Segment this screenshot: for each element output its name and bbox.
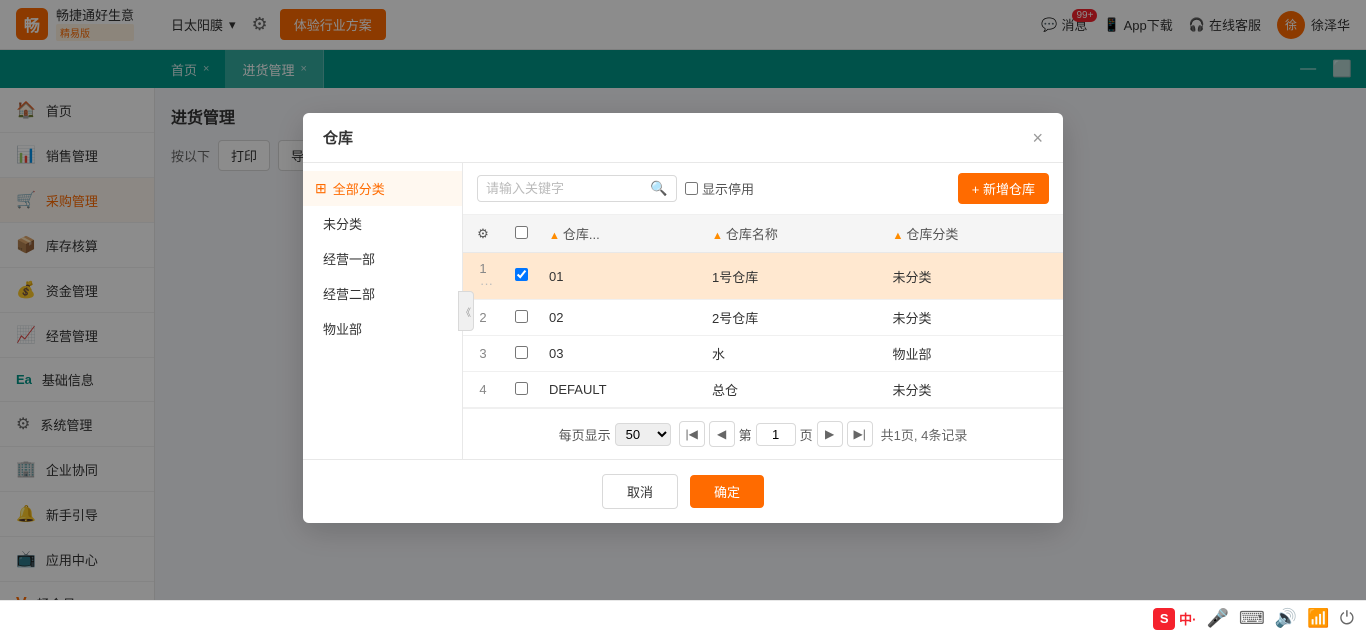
col-name-header: ▲仓库名称 <box>702 215 883 253</box>
page-summary: 共1页, 4条记录 <box>881 425 968 444</box>
category-item-ops2-label: 经营二部 <box>323 287 375 302</box>
table-row[interactable]: 4 DEFAULT 总仓 未分类 <box>463 372 1063 408</box>
category-item-ops1-label: 经营一部 <box>323 252 375 267</box>
table-row[interactable]: 3 03 水 物业部 <box>463 336 1063 372</box>
category-item-property[interactable]: 物业部 <box>303 311 462 346</box>
row-checkbox-cell <box>503 372 539 408</box>
show-disabled-label: 显示停用 <box>702 179 754 198</box>
bottom-bar: S 中· 🎤 ⌨ 🔊 📶 ⏻ <box>0 600 1366 636</box>
category-item-unclassified[interactable]: 未分类 <box>303 206 462 241</box>
bottom-logo-s: S <box>1153 608 1175 630</box>
row-name: 总仓 <box>702 372 883 408</box>
row-category: 未分类 <box>882 253 1063 300</box>
row-num: 3 <box>463 336 503 372</box>
power-icon[interactable]: ⏻ <box>1340 608 1354 629</box>
category-item-ops1[interactable]: 经营一部 <box>303 241 462 276</box>
confirm-btn[interactable]: 确定 <box>690 475 764 508</box>
per-page-label: 每页显示 <box>559 425 611 444</box>
row-checkbox[interactable] <box>515 382 528 395</box>
wifi-icon[interactable]: 📶 <box>1307 608 1329 629</box>
row-code: 01 <box>539 253 702 300</box>
row-name: 2号仓库 <box>702 300 883 336</box>
select-all-checkbox[interactable] <box>515 226 528 239</box>
modal-header: 仓库 × <box>303 113 1063 163</box>
per-page-dropdown[interactable]: 50 20 100 <box>615 423 671 446</box>
search-wrap: 🔍 <box>477 175 677 202</box>
page-unit: 页 <box>800 425 813 444</box>
page-word: 第 <box>739 425 752 444</box>
category-item-ops2[interactable]: 经营二部 <box>303 276 462 311</box>
page-size-select: 每页显示 50 20 100 <box>559 423 671 446</box>
all-category-item[interactable]: ⊞ 全部分类 <box>303 171 462 206</box>
table-row[interactable]: 2 02 2号仓库 未分类 <box>463 300 1063 336</box>
row-checkbox[interactable] <box>515 346 528 359</box>
add-warehouse-btn[interactable]: + 新增仓库 <box>958 173 1049 204</box>
row-category: 未分类 <box>882 300 1063 336</box>
table-header-row: ⚙ ▲仓库... ▲仓库名称 ▲仓库分类 <box>463 215 1063 253</box>
row-checkbox-cell <box>503 300 539 336</box>
modal-backdrop: 仓库 × ⊞ 全部分类 未分类 经营一部 经营二部 <box>0 0 1366 636</box>
warehouse-table: ⚙ ▲仓库... ▲仓库名称 ▲仓库分类 1··· 01 1号仓库 未分类 2 <box>463 215 1063 408</box>
search-icon[interactable]: 🔍 <box>650 180 667 197</box>
row-code: 02 <box>539 300 702 336</box>
bottom-logo: S 中· <box>1153 608 1196 630</box>
data-toolbar: 🔍 显示停用 + 新增仓库 <box>463 163 1063 215</box>
page-last-btn[interactable]: ▶| <box>847 421 873 447</box>
row-more-btn[interactable]: ··· <box>480 276 493 291</box>
row-name: 水 <box>702 336 883 372</box>
row-checkbox-cell <box>503 253 539 300</box>
show-disabled-wrap: 显示停用 <box>685 179 754 198</box>
speaker-icon[interactable]: 🔊 <box>1275 608 1297 629</box>
sort-icon-code: ▲ <box>549 230 560 242</box>
pagination-row: 每页显示 50 20 100 |◀ ◀ 第 页 ▶ <box>463 408 1063 459</box>
modal-title: 仓库 <box>323 127 353 148</box>
row-code: DEFAULT <box>539 372 702 408</box>
keyboard-icon[interactable]: ⌨ <box>1239 608 1265 629</box>
data-panel: 🔍 显示停用 + 新增仓库 ⚙ <box>463 163 1063 459</box>
show-disabled-checkbox[interactable] <box>685 182 698 195</box>
all-category-label: 全部分类 <box>333 179 385 198</box>
page-first-btn[interactable]: |◀ <box>679 421 705 447</box>
page-next-btn[interactable]: ▶ <box>817 421 843 447</box>
row-checkbox-cell <box>503 336 539 372</box>
category-item-property-label: 物业部 <box>323 322 362 337</box>
col-category-header: ▲仓库分类 <box>882 215 1063 253</box>
bottom-logo-text: 中· <box>1179 609 1196 628</box>
mic-icon[interactable]: 🎤 <box>1207 608 1229 629</box>
warehouse-modal: 仓库 × ⊞ 全部分类 未分类 经营一部 经营二部 <box>303 113 1063 523</box>
modal-close-btn[interactable]: × <box>1032 129 1043 147</box>
search-input[interactable] <box>486 181 646 196</box>
category-panel: ⊞ 全部分类 未分类 经营一部 经营二部 物业部 《 <box>303 163 463 459</box>
row-category: 未分类 <box>882 372 1063 408</box>
collapse-panel-btn[interactable]: 《 <box>458 291 474 331</box>
modal-body: ⊞ 全部分类 未分类 经营一部 经营二部 物业部 《 <box>303 163 1063 459</box>
table-row[interactable]: 1··· 01 1号仓库 未分类 <box>463 253 1063 300</box>
row-checkbox[interactable] <box>515 310 528 323</box>
modal-footer: 取消 确定 <box>303 459 1063 523</box>
sort-icon-category: ▲ <box>892 230 903 242</box>
row-num: 4 <box>463 372 503 408</box>
sort-icon-name: ▲ <box>712 230 723 242</box>
col-cb-header <box>503 215 539 253</box>
page-prev-btn[interactable]: ◀ <box>709 421 735 447</box>
page-nav: |◀ ◀ 第 页 ▶ ▶| <box>679 421 873 447</box>
col-gear-header: ⚙ <box>463 215 503 253</box>
row-code: 03 <box>539 336 702 372</box>
row-category: 物业部 <box>882 336 1063 372</box>
row-name: 1号仓库 <box>702 253 883 300</box>
row-checkbox[interactable] <box>515 268 528 281</box>
cancel-btn[interactable]: 取消 <box>602 474 678 509</box>
col-code-header: ▲仓库... <box>539 215 702 253</box>
grid-icon: ⊞ <box>315 180 327 197</box>
category-item-unclassified-label: 未分类 <box>323 217 362 232</box>
page-number-input[interactable] <box>756 423 796 446</box>
